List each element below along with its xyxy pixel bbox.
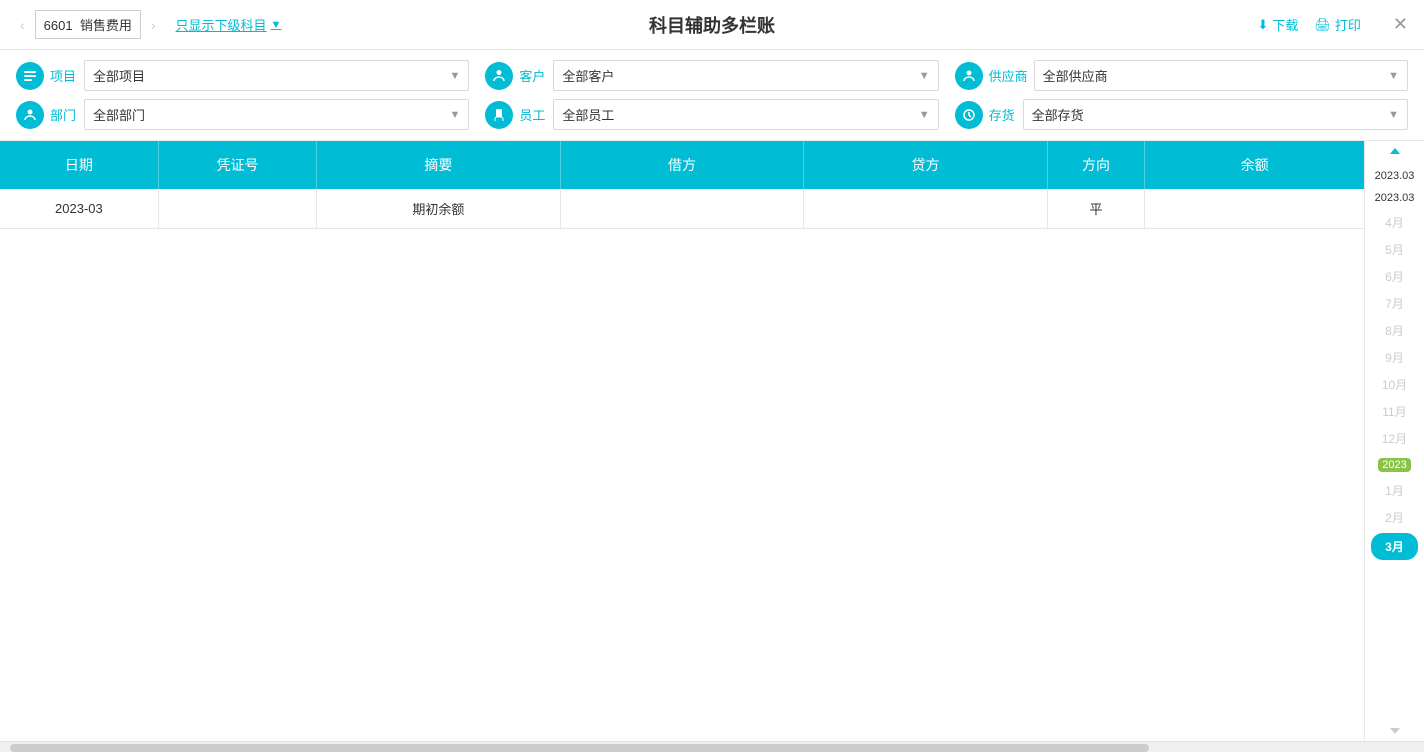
cell-balance [1145, 189, 1364, 229]
department-select[interactable]: 全部部门 ▼ [84, 99, 469, 130]
customer-filter: 客户 全部客户 ▼ [485, 60, 938, 91]
page-title: 科目辅助多栏账 [649, 12, 775, 38]
col-header-debit: 借方 [560, 141, 804, 189]
inventory-select[interactable]: 全部存货 ▼ [1023, 99, 1408, 130]
supplier-value: 全部供应商 [1043, 66, 1108, 85]
cell-voucher [158, 189, 316, 229]
sidebar-items: 2023.03 2023.03 4月 5月 6月 7月 8月 9月 10月 11… [1365, 161, 1424, 721]
cell-date: 2023-03 [0, 189, 158, 229]
sidebar-month-11[interactable]: 11月 [1365, 398, 1424, 425]
next-account-arrow[interactable]: › [147, 15, 160, 35]
project-label: 项目 [50, 66, 78, 85]
project-arrow: ▼ [449, 70, 460, 82]
download-icon: ⬇ [1257, 17, 1268, 33]
sidebar-month-8[interactable]: 8月 [1365, 317, 1424, 344]
sidebar-month-2[interactable]: 2月 [1365, 504, 1424, 531]
print-icon: 🖨 [1314, 17, 1331, 33]
col-header-credit: 贷方 [804, 141, 1048, 189]
cell-direction: 平 [1047, 189, 1144, 229]
inventory-arrow: ▼ [1388, 109, 1399, 121]
department-arrow: ▼ [449, 109, 460, 121]
customer-arrow: ▼ [919, 70, 930, 82]
sidebar-month-10[interactable]: 10月 [1365, 371, 1424, 398]
sidebar-month-4[interactable]: 4月 [1365, 209, 1424, 236]
department-filter: 部门 全部部门 ▼ [16, 99, 469, 130]
cell-credit [804, 189, 1048, 229]
sidebar-month-7[interactable]: 7月 [1365, 290, 1424, 317]
print-label: 打印 [1335, 15, 1361, 34]
project-icon [16, 62, 44, 90]
sidebar-month-9[interactable]: 9月 [1365, 344, 1424, 371]
employee-icon [485, 101, 513, 129]
show-sub-toggle[interactable]: 只显示下级科目 ▼ [176, 15, 282, 34]
col-header-date: 日期 [0, 141, 158, 189]
employee-value: 全部员工 [562, 105, 614, 124]
supplier-select[interactable]: 全部供应商 ▼ [1034, 60, 1408, 91]
close-button[interactable]: ✕ [1393, 14, 1408, 35]
employee-filter: 员工 全部员工 ▼ [485, 99, 938, 130]
employee-arrow: ▼ [919, 109, 930, 121]
cell-abstract: 期初余额 [317, 189, 561, 229]
table-row: 2023-03 期初余额 平 [0, 189, 1364, 229]
sidebar-month-6[interactable]: 6月 [1365, 263, 1424, 290]
filter-row-2: 部门 全部部门 ▼ 员工 全部员工 ▼ [16, 99, 1408, 130]
inventory-filter: 存货 全部存货 ▼ [955, 99, 1408, 130]
customer-select[interactable]: 全部客户 ▼ [553, 60, 938, 91]
sidebar-period-1[interactable]: 2023.03 [1365, 165, 1424, 187]
supplier-filter: 供应商 全部供应商 ▼ [955, 60, 1408, 91]
prev-account-arrow[interactable]: ‹ [16, 15, 29, 35]
show-sub-arrow: ▼ [271, 19, 282, 31]
sidebar-down-arrow[interactable] [1365, 721, 1424, 741]
sidebar-year-badge[interactable]: 2023 [1365, 452, 1424, 477]
inventory-label: 存货 [989, 105, 1017, 124]
sidebar-month-5[interactable]: 5月 [1365, 236, 1424, 263]
department-icon [16, 101, 44, 129]
cell-debit [560, 189, 804, 229]
supplier-label: 供应商 [989, 66, 1028, 85]
customer-value: 全部客户 [562, 66, 614, 85]
account-name: 销售费用 [80, 18, 132, 33]
year-badge-label: 2023 [1378, 458, 1410, 472]
col-header-balance: 余额 [1145, 141, 1364, 189]
print-button[interactable]: 🖨 打印 [1314, 15, 1361, 34]
inventory-icon [955, 101, 983, 129]
customer-icon [485, 62, 513, 90]
col-header-direction: 方向 [1047, 141, 1144, 189]
employee-select[interactable]: 全部员工 ▼ [553, 99, 938, 130]
table-area: 日期 凭证号 摘要 借方 贷方 方向 余额 2023-03 期初余额 [0, 141, 1364, 741]
sidebar-month-1[interactable]: 1月 [1365, 477, 1424, 504]
show-sub-label: 只显示下级科目 [176, 15, 267, 34]
supplier-arrow: ▼ [1388, 70, 1399, 82]
department-label: 部门 [50, 105, 78, 124]
filter-row-1: 项目 全部项目 ▼ 客户 全部客户 ▼ [16, 60, 1408, 91]
sidebar-period-2[interactable]: 2023.03 [1365, 187, 1424, 209]
download-label: 下载 [1272, 15, 1298, 34]
account-code: 6601 [44, 18, 73, 33]
col-header-voucher: 凭证号 [158, 141, 316, 189]
employee-label: 员工 [519, 105, 547, 124]
timeline-sidebar: 2023.03 2023.03 4月 5月 6月 7月 8月 9月 10月 11… [1364, 141, 1424, 741]
sidebar-month-12[interactable]: 12月 [1365, 425, 1424, 452]
scroll-thumb[interactable] [10, 744, 1149, 752]
inventory-value: 全部存货 [1032, 105, 1084, 124]
sidebar-month-3-active[interactable]: 3月 [1371, 533, 1418, 560]
customer-label: 客户 [519, 66, 547, 85]
download-button[interactable]: ⬇ 下载 [1257, 15, 1298, 34]
supplier-icon [955, 62, 983, 90]
project-filter: 项目 全部项目 ▼ [16, 60, 469, 91]
horizontal-scrollbar[interactable] [0, 741, 1424, 752]
account-display: 6601 销售费用 [35, 10, 141, 39]
department-value: 全部部门 [93, 105, 145, 124]
sidebar-up-arrow[interactable] [1365, 141, 1424, 161]
ledger-table: 日期 凭证号 摘要 借方 贷方 方向 余额 2023-03 期初余额 [0, 141, 1364, 229]
project-select[interactable]: 全部项目 ▼ [84, 60, 469, 91]
project-value: 全部项目 [93, 66, 145, 85]
col-header-abstract: 摘要 [317, 141, 561, 189]
